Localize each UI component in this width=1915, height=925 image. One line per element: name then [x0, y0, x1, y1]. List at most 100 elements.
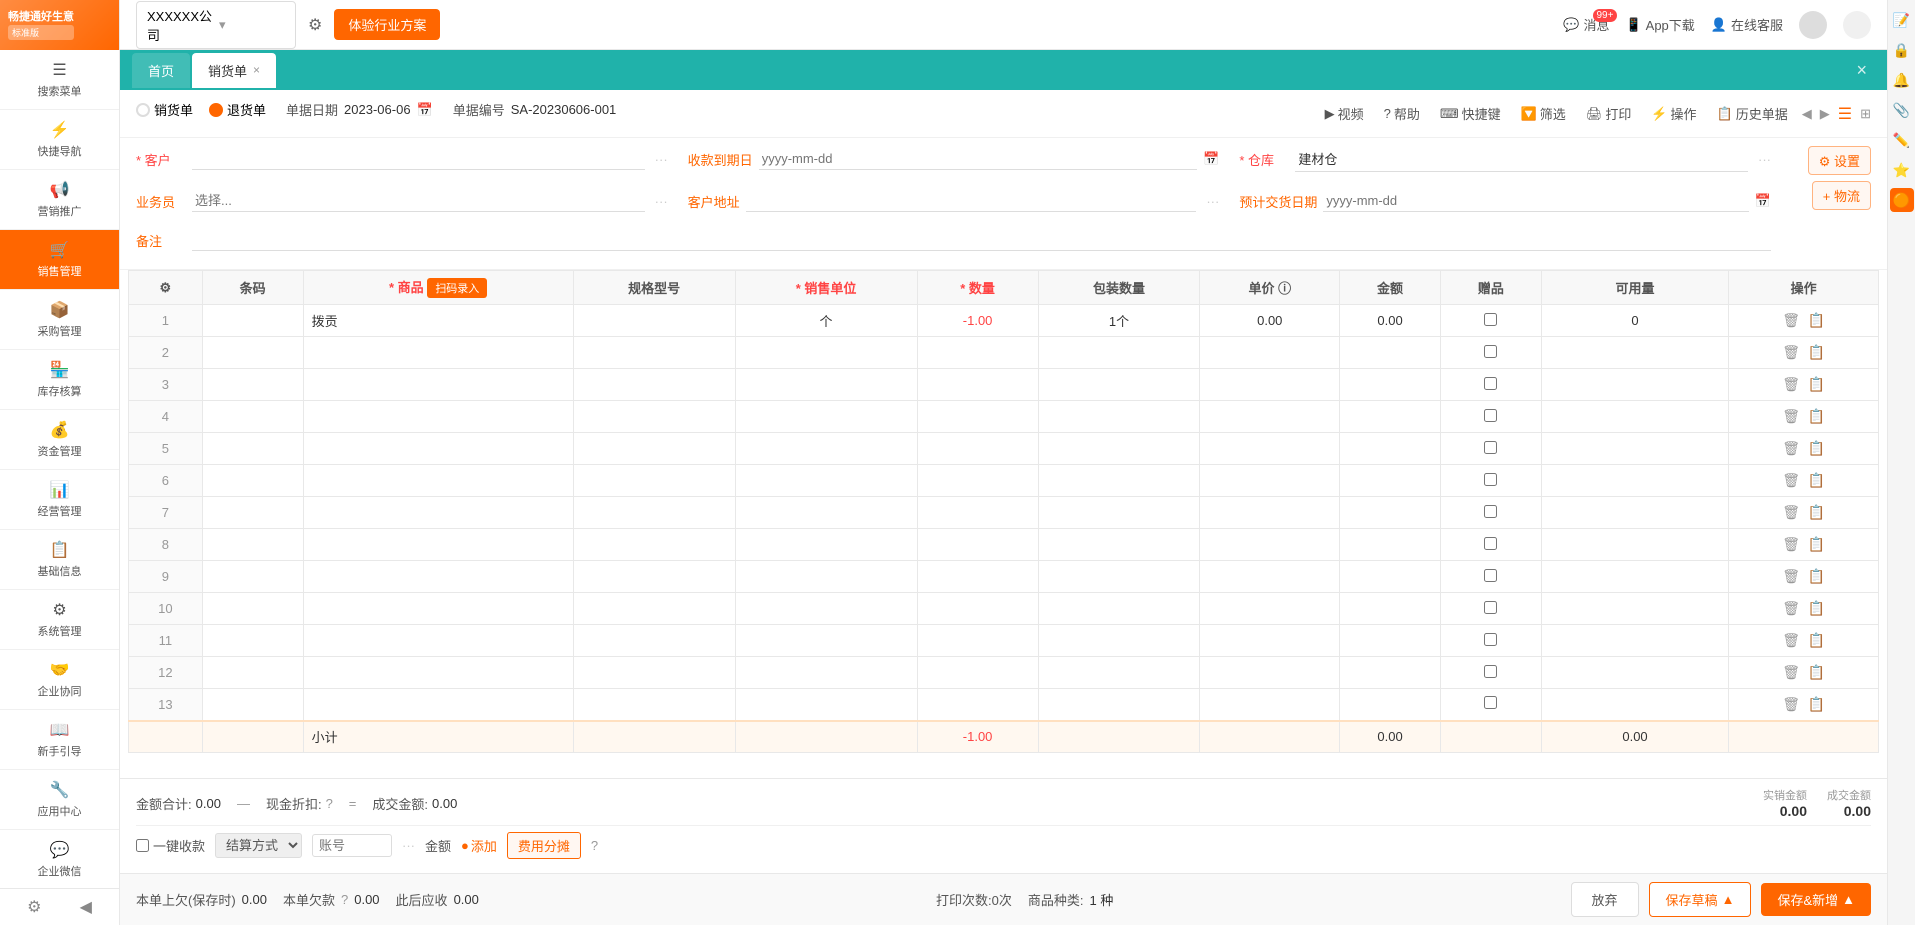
row-spec-0[interactable] — [573, 305, 735, 337]
row-unit-5[interactable] — [735, 465, 917, 497]
row-price-1[interactable] — [1200, 337, 1340, 369]
row-product-6[interactable] — [303, 497, 573, 529]
copy-icon-2[interactable]: 📋 — [1806, 374, 1827, 394]
row-product-3[interactable] — [303, 401, 573, 433]
gift-checkbox-7[interactable] — [1484, 537, 1497, 550]
row-price-10[interactable] — [1200, 625, 1340, 657]
row-unit-11[interactable] — [735, 657, 917, 689]
row-amount-9[interactable] — [1340, 593, 1441, 625]
sidebar-item-销售管理[interactable]: 🛒销售管理 — [0, 230, 119, 290]
delete-icon-8[interactable]: 🗑 — [1780, 566, 1802, 586]
row-pkg-qty-3[interactable] — [1038, 401, 1200, 433]
row-product-0[interactable]: 拨贡 — [303, 305, 573, 337]
discount-help-icon[interactable]: ? — [326, 796, 333, 811]
right-tool-attachment[interactable]: 📎 — [1890, 98, 1914, 122]
nav-next-icon[interactable]: ▶ — [1820, 106, 1830, 122]
row-unit-7[interactable] — [735, 529, 917, 561]
fee-help-icon[interactable]: ? — [591, 838, 598, 853]
row-price-11[interactable] — [1200, 657, 1340, 689]
row-unit-6[interactable] — [735, 497, 917, 529]
sidebar-item-企业协同[interactable]: 🤝企业协同 — [0, 650, 119, 710]
warehouse-more-icon[interactable]: ··· — [1758, 152, 1771, 167]
delete-icon-5[interactable]: 🗑 — [1780, 470, 1802, 490]
row-unit-1[interactable] — [735, 337, 917, 369]
settings-gear-icon[interactable]: ⚙ — [308, 15, 322, 35]
row-qty-8[interactable] — [917, 561, 1038, 593]
row-barcode-11[interactable] — [202, 657, 303, 689]
trial-button[interactable]: 体验行业方案 — [334, 9, 440, 40]
row-amount-6[interactable] — [1340, 497, 1441, 529]
row-pkg-qty-10[interactable] — [1038, 625, 1200, 657]
row-gift-8[interactable] — [1440, 561, 1541, 593]
tab-close-icon[interactable]: × — [253, 63, 260, 77]
gift-checkbox-8[interactable] — [1484, 569, 1497, 582]
print-tool[interactable]: 🖨 打印 — [1580, 102, 1638, 125]
row-qty-1[interactable] — [917, 337, 1038, 369]
abandon-button[interactable]: 放弃 — [1571, 882, 1639, 917]
row-spec-2[interactable] — [573, 369, 735, 401]
row-qty-9[interactable] — [917, 593, 1038, 625]
row-price-4[interactable] — [1200, 433, 1340, 465]
row-pkg-qty-2[interactable] — [1038, 369, 1200, 401]
right-tool-notes[interactable]: 📝 — [1890, 8, 1914, 32]
gift-checkbox-5[interactable] — [1484, 473, 1497, 486]
sidebar-item-企业微信[interactable]: 💬企业微信 — [0, 830, 119, 888]
row-qty-5[interactable] — [917, 465, 1038, 497]
delivery-calendar-icon[interactable]: 📅 — [1755, 193, 1771, 209]
row-price-0[interactable]: 0.00 — [1200, 305, 1340, 337]
tab-sale-order[interactable]: 销货单 × — [192, 53, 276, 88]
delete-icon-11[interactable]: 🗑 — [1780, 662, 1802, 682]
history-tool[interactable]: 📋 历史单据 — [1711, 102, 1794, 125]
gift-checkbox-0[interactable] — [1484, 313, 1497, 326]
row-qty-12[interactable] — [917, 689, 1038, 721]
right-tool-edit[interactable]: ✏️ — [1890, 128, 1914, 152]
right-tool-action[interactable]: 🟠 — [1890, 188, 1914, 212]
gift-checkbox-1[interactable] — [1484, 345, 1497, 358]
window-close-icon[interactable]: × — [1848, 56, 1875, 85]
customer-more-icon[interactable]: ··· — [655, 152, 668, 167]
gift-checkbox-4[interactable] — [1484, 441, 1497, 454]
salesperson-input[interactable] — [192, 190, 645, 212]
copy-icon-10[interactable]: 📋 — [1806, 630, 1827, 650]
warehouse-value[interactable]: 建材仓 — [1295, 146, 1748, 172]
row-pkg-qty-1[interactable] — [1038, 337, 1200, 369]
right-tool-star[interactable]: ⭐ — [1890, 158, 1914, 182]
row-product-11[interactable] — [303, 657, 573, 689]
operation-tool[interactable]: ⚡ 操作 — [1645, 102, 1702, 125]
sidebar-item-搜索菜单[interactable]: ☰搜索菜单 — [0, 50, 119, 110]
row-unit-3[interactable] — [735, 401, 917, 433]
address-more-icon[interactable]: ··· — [1206, 194, 1219, 209]
copy-icon-7[interactable]: 📋 — [1806, 534, 1827, 554]
grid-view-icon[interactable]: ⊞ — [1860, 106, 1871, 122]
row-spec-10[interactable] — [573, 625, 735, 657]
row-qty-2[interactable] — [917, 369, 1038, 401]
row-unit-0[interactable]: 个 — [735, 305, 917, 337]
tab-home[interactable]: 首页 — [132, 53, 190, 88]
row-barcode-2[interactable] — [202, 369, 303, 401]
delete-icon-2[interactable]: 🗑 — [1780, 374, 1802, 394]
row-unit-10[interactable] — [735, 625, 917, 657]
row-amount-5[interactable] — [1340, 465, 1441, 497]
row-price-7[interactable] — [1200, 529, 1340, 561]
row-product-4[interactable] — [303, 433, 573, 465]
row-gift-2[interactable] — [1440, 369, 1541, 401]
row-product-10[interactable] — [303, 625, 573, 657]
app-download-button[interactable]: 📱 App下载 — [1625, 15, 1694, 34]
owe-help-icon[interactable]: ? — [341, 892, 348, 907]
shortcut-tool[interactable]: ⌨ 快捷键 — [1434, 102, 1507, 125]
company-selector[interactable]: XXXXXX公司 ▾ — [136, 1, 296, 49]
col-settings[interactable]: ⚙ — [129, 271, 203, 305]
row-price-5[interactable] — [1200, 465, 1340, 497]
row-barcode-7[interactable] — [202, 529, 303, 561]
delete-icon-10[interactable]: 🗑 — [1780, 630, 1802, 650]
row-spec-9[interactable] — [573, 593, 735, 625]
row-pkg-qty-6[interactable] — [1038, 497, 1200, 529]
row-barcode-5[interactable] — [202, 465, 303, 497]
doc-number-value[interactable]: SA-20230606-001 — [511, 102, 617, 117]
scan-button[interactable]: 扫码录入 — [427, 278, 487, 298]
copy-icon-5[interactable]: 📋 — [1806, 470, 1827, 490]
row-gift-9[interactable] — [1440, 593, 1541, 625]
copy-icon-8[interactable]: 📋 — [1806, 566, 1827, 586]
copy-icon-9[interactable]: 📋 — [1806, 598, 1827, 618]
delivery-date-input[interactable] — [1323, 190, 1748, 212]
